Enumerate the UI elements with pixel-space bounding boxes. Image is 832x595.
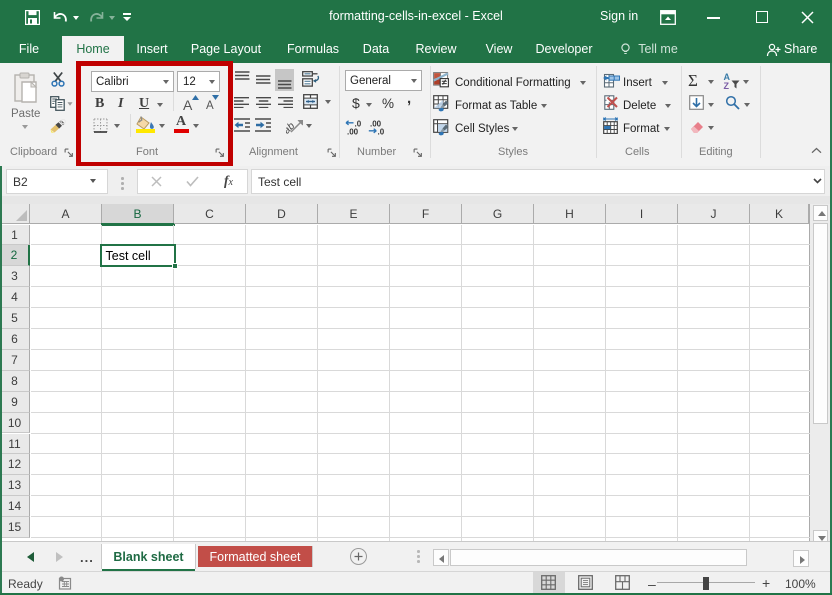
svg-text:.0: .0 — [378, 128, 385, 136]
svg-text:Z: Z — [724, 81, 730, 90]
svg-text:.00: .00 — [347, 128, 359, 136]
